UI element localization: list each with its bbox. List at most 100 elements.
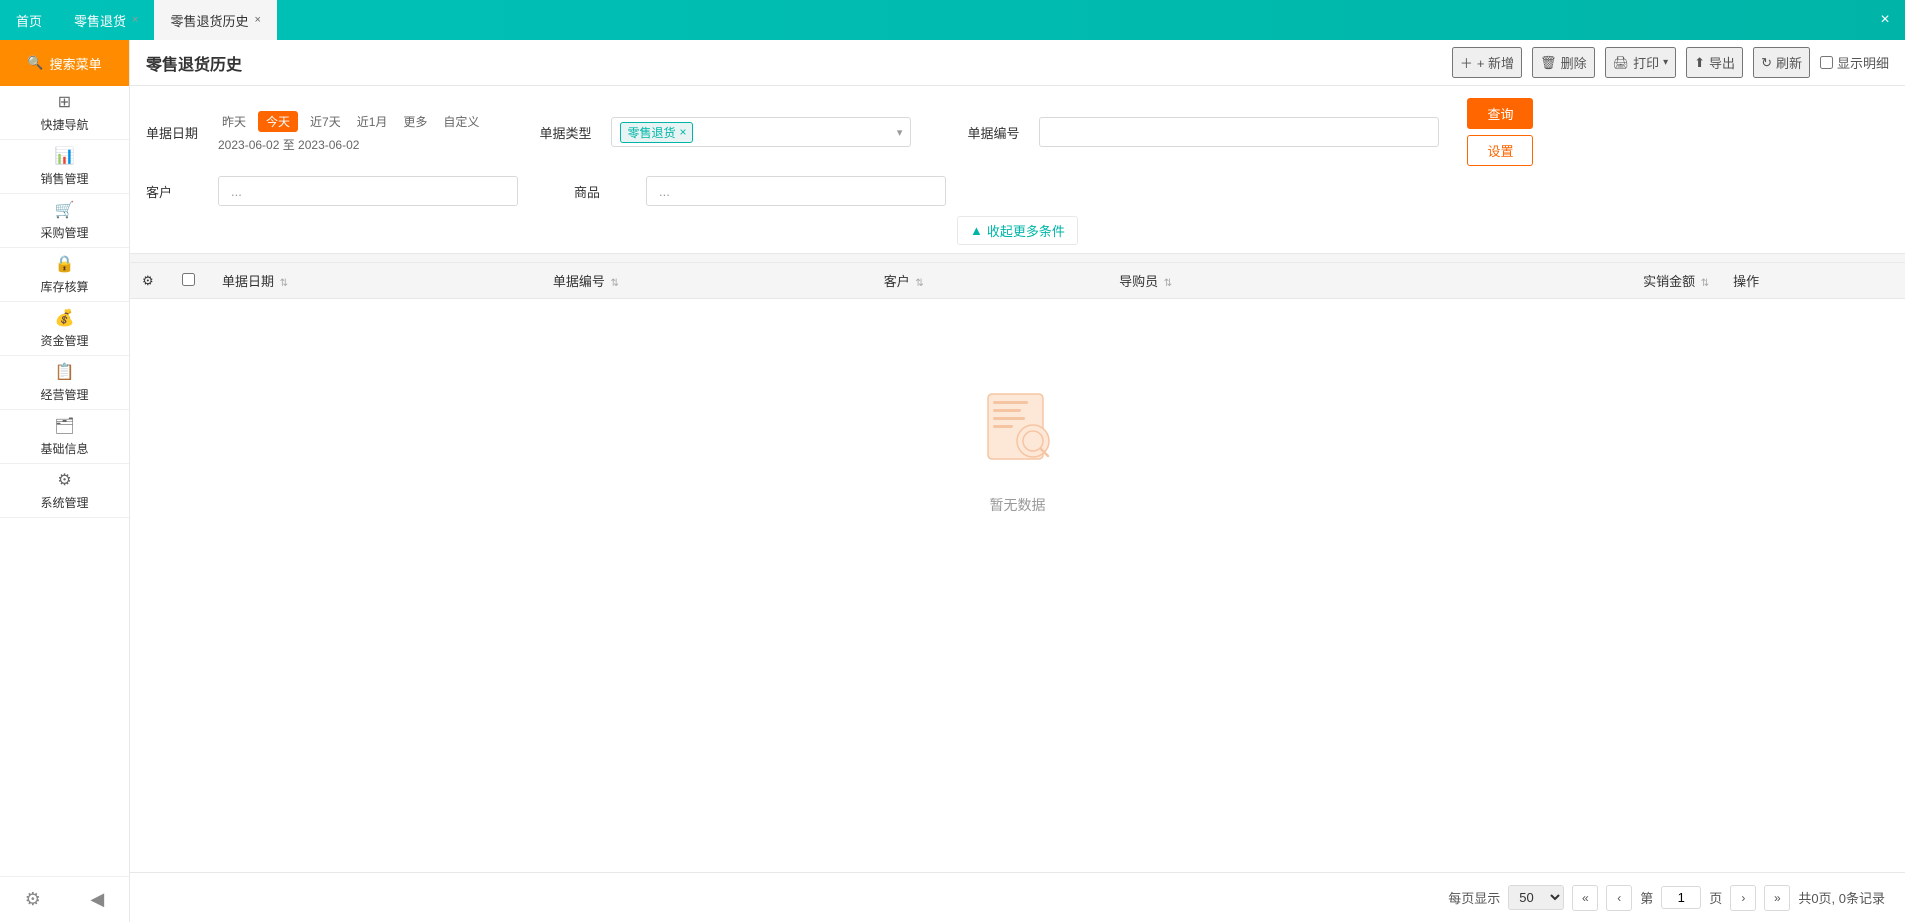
empty-label: 暂无数据 [990,495,1046,515]
page-number-input[interactable] [1661,886,1701,909]
tab-retail-return-close[interactable]: × [132,14,138,26]
last-page-button[interactable]: » [1764,885,1790,911]
page-title: 零售退货历史 [146,51,1452,75]
sidebar-item-base-info[interactable]: 🗂 基础信息 [0,410,129,464]
page-size-label: 每页显示 [1448,888,1500,907]
th-checkbox[interactable] [170,263,210,299]
date-range-display: 2023-06-02 至 2023-06-02 [218,136,483,153]
sidebar-item-label: 库存核算 [40,278,88,295]
sidebar: 🔍 搜索菜单 ⊞ 快捷导航 📊 销售管理 🛒 采购管理 🔒 库存核算 💰 资金管… [0,40,130,922]
goods-select[interactable]: ... [646,176,946,206]
next-page-button[interactable]: › [1730,885,1756,911]
tab-home[interactable]: 首页 [0,0,58,40]
settings-bottom-icon[interactable]: ⚙ [25,889,41,910]
date-opt-1month[interactable]: 近1月 [353,111,392,132]
filter-row-1: 单据日期 昨天 今天 近7天 近1月 更多 自定义 2023-06-02 至 2… [146,98,1889,166]
doc-type-tag: 零售退货 × [620,122,693,143]
search-icon: 🔍 [27,55,43,71]
th-operation: 操作 [1721,263,1905,299]
customer-select[interactable]: ... [218,176,518,206]
new-button[interactable]: ＋ + 新增 [1452,47,1522,78]
date-opt-today[interactable]: 今天 [258,111,298,132]
th-actual-amount[interactable]: 实销金额 ⇅ [1390,263,1721,299]
sidebar-item-label: 采购管理 [40,224,88,241]
pagination-bar: 每页显示 50 10 20 100 « ‹ 第 页 › » 共0页, 0条记录 [130,872,1905,922]
export-icon: ⬆ [1694,55,1705,71]
sidebar-search-label: 搜索菜单 [50,54,102,73]
purchase-icon: 🛒 [55,200,75,220]
page-size-select[interactable]: 50 10 20 100 [1508,885,1564,910]
sidebar-item-label: 经营管理 [40,386,88,403]
toolbar: ＋ + 新增 🗑 删除 🖨 打印 ▾ ⬆ 导出 ↻ [1452,47,1889,78]
sidebar-item-quick-nav[interactable]: ⊞ 快捷导航 [0,86,129,140]
prev-page-button[interactable]: ‹ [1606,885,1632,911]
table-area: ⚙ 单据日期 ⇅ 单据编号 ⇅ [130,262,1905,872]
collapse-icon: ▲ [970,223,983,238]
finance-icon: 💰 [55,308,75,328]
sidebar-search[interactable]: 🔍 搜索菜单 [0,40,129,86]
doc-number-input[interactable] [1039,117,1439,147]
top-bar: 首页 零售退货 × 零售退货历史 × × [0,0,1905,40]
date-options: 昨天 今天 近7天 近1月 更多 自定义 [218,111,483,132]
sidebar-item-inventory[interactable]: 🔒 库存核算 [0,248,129,302]
quick-nav-icon: ⊞ [58,92,71,112]
base-info-icon: 🗂 [54,416,74,436]
print-button[interactable]: 🖨 打印 ▾ [1605,47,1677,78]
filter-row-2: 客户 ... 商品 ... [146,176,1889,206]
collapse-sidebar-icon[interactable]: ◀ [90,889,104,910]
collapse-filter-button[interactable]: ▲ 收起更多条件 [957,216,1078,245]
refresh-icon: ↻ [1761,55,1772,71]
doc-type-tag-remove[interactable]: × [679,125,686,139]
window-close-button[interactable]: × [1865,0,1905,40]
show-detail-checkbox[interactable] [1820,56,1833,69]
sidebar-item-label: 基础信息 [40,440,88,457]
sort-amount-icon: ⇅ [1701,278,1709,289]
th-doc-date[interactable]: 单据日期 ⇅ [210,263,541,299]
sort-doc-number-icon: ⇅ [611,278,619,289]
query-button[interactable]: 查询 [1467,98,1533,129]
th-settings[interactable]: ⚙ [130,263,170,299]
doc-type-select[interactable]: 零售退货 × ▾ [611,117,911,147]
sidebar-item-system[interactable]: ⚙ 系统管理 [0,464,129,518]
tab-retail-return[interactable]: 零售退货 × [58,0,154,40]
sales-icon: 📊 [55,146,75,166]
query-settings: 查询 设置 [1467,98,1533,166]
date-opt-7days[interactable]: 近7天 [306,111,345,132]
export-button[interactable]: ⬆ 导出 [1686,47,1743,78]
sidebar-item-sales[interactable]: 📊 销售管理 [0,140,129,194]
th-doc-number[interactable]: 单据编号 ⇅ [541,263,872,299]
date-label: 单据日期 [146,123,202,142]
tab-retail-return-history-close[interactable]: × [254,14,260,26]
print-icon: 🖨 [1613,55,1630,71]
th-customer[interactable]: 客户 ⇅ [872,263,1107,299]
sidebar-item-finance[interactable]: 💰 资金管理 [0,302,129,356]
operations-icon: 📋 [55,362,75,382]
page-header: 零售退货历史 ＋ + 新增 🗑 删除 🖨 打印 ▾ ⬆ 导出 [130,40,1905,86]
doc-type-chevron-icon: ▾ [897,126,903,139]
date-opt-custom[interactable]: 自定义 [439,111,483,132]
doc-type-label: 单据类型 [539,123,595,142]
refresh-button[interactable]: ↻ 刷新 [1753,47,1810,78]
empty-state-icon [968,379,1068,479]
date-opt-yesterday[interactable]: 昨天 [218,111,250,132]
sidebar-item-label: 资金管理 [40,332,88,349]
first-page-button[interactable]: « [1572,885,1598,911]
filter-settings-button[interactable]: 设置 [1467,135,1533,166]
total-info-label: 共0页, 0条记录 [1798,888,1885,907]
show-detail-checkbox-label[interactable]: 显示明细 [1820,53,1889,72]
date-opt-more[interactable]: 更多 [399,111,431,132]
content-area: 零售退货历史 ＋ + 新增 🗑 删除 🖨 打印 ▾ ⬆ 导出 [130,40,1905,922]
inventory-icon: 🔒 [55,254,75,274]
sort-customer-icon: ⇅ [915,278,923,289]
main-layout: 🔍 搜索菜单 ⊞ 快捷导航 📊 销售管理 🛒 采购管理 🔒 库存核算 💰 资金管… [0,40,1905,922]
sidebar-item-purchase[interactable]: 🛒 采购管理 [0,194,129,248]
delete-button[interactable]: 🗑 删除 [1532,47,1595,78]
settings-gear-icon[interactable]: ⚙ [142,273,154,288]
data-table: ⚙ 单据日期 ⇅ 单据编号 ⇅ [130,262,1905,595]
th-guide[interactable]: 导购员 ⇅ [1107,263,1390,299]
customer-ellipsis: ... [231,184,242,199]
sidebar-item-operations[interactable]: 📋 经营管理 [0,356,129,410]
tab-retail-return-history[interactable]: 零售退货历史 × [154,0,276,40]
select-all-checkbox[interactable] [182,273,195,286]
table-header-row: ⚙ 单据日期 ⇅ 单据编号 ⇅ [130,263,1905,299]
